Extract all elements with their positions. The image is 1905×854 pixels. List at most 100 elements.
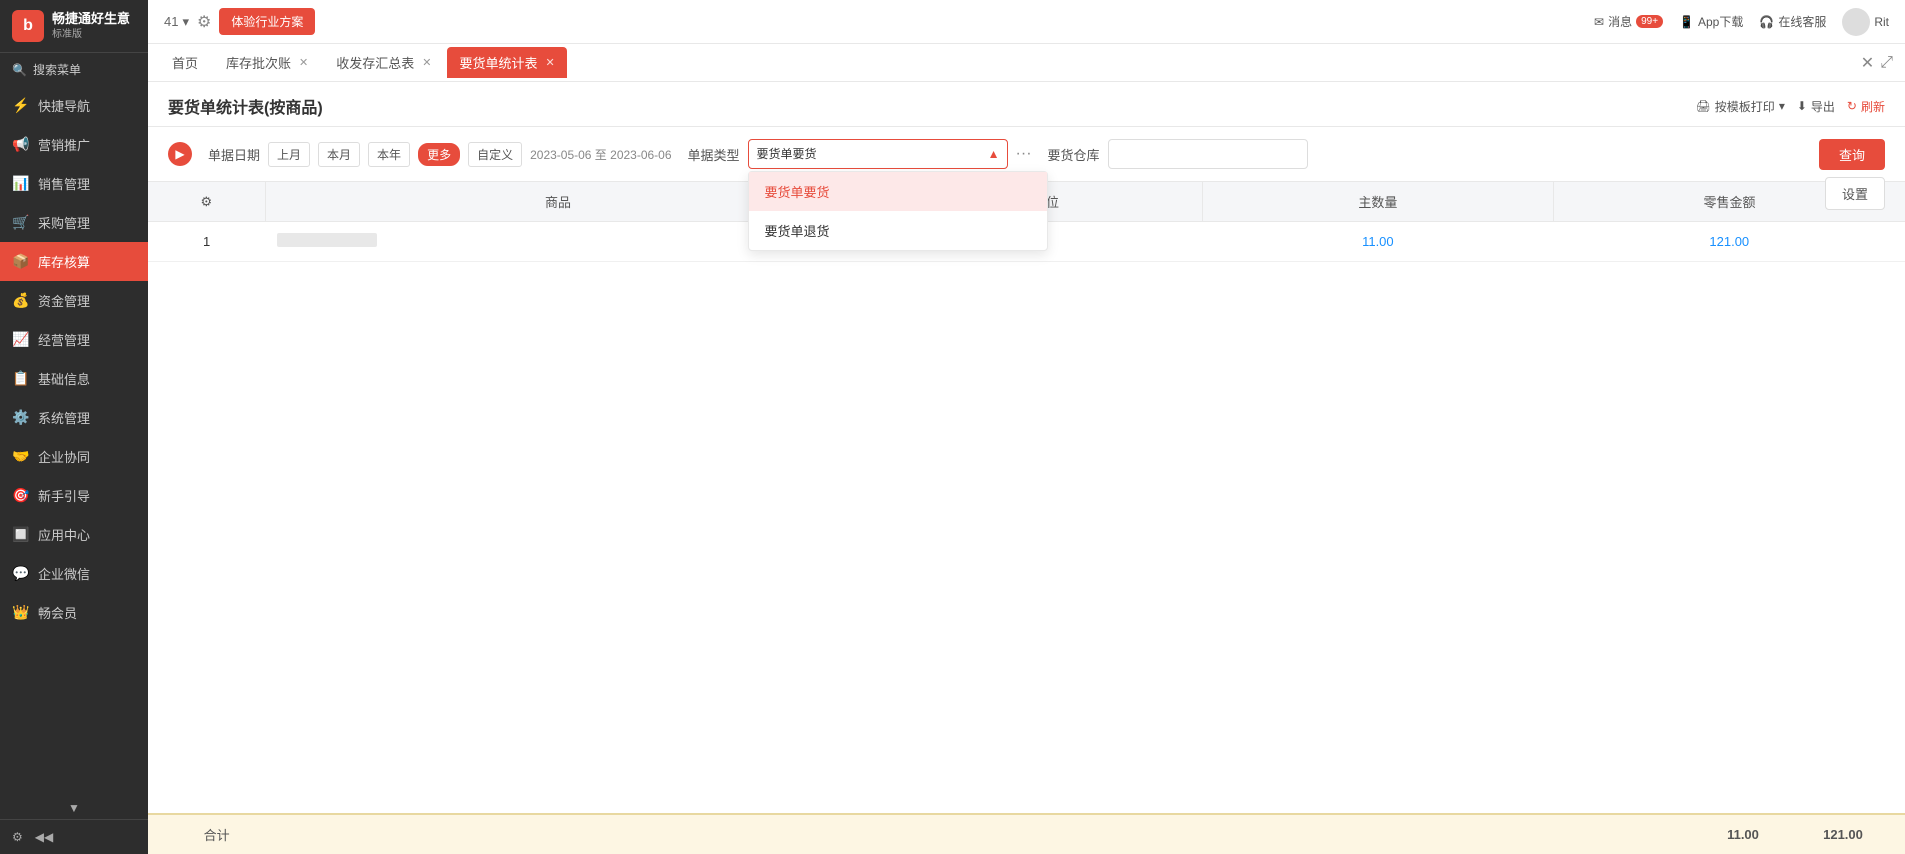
date-btn-current[interactable]: 本月 [318,142,360,167]
sidebar-item-purchase[interactable]: 🛒采购管理 [0,203,148,242]
tab-close-order-summary[interactable]: ✕ [546,56,555,69]
sidebar-item-wechat[interactable]: 💬企业微信 [0,554,148,593]
guide-icon: 🎯 [12,487,30,504]
sales-icon: 📊 [12,175,30,192]
print-btn[interactable]: 🖨 按模板打印 ▾ [1696,98,1785,115]
sidebar-search[interactable]: 🔍 搜索菜单 [0,53,148,86]
print-arrow: ▾ [1779,99,1785,113]
marketing-icon: 📢 [12,136,30,153]
filter-dots[interactable]: ··· [1016,145,1032,163]
sidebar-item-operations[interactable]: 📈 经营管理 [0,320,148,359]
query-btn[interactable]: 查询 [1819,139,1885,170]
logo-icon: b [12,10,44,42]
sidebar-item-system[interactable]: ⚙️系统管理 [0,398,148,437]
store-name: 41 [164,14,178,29]
tab-label-batch-account: 库存批次账 [226,53,291,72]
print-icon: 🖨 [1696,99,1711,113]
sidebar-item-inventory[interactable]: 📦库存核算 [0,242,148,281]
dropdown-item-order[interactable]: 要货单要货 [749,172,1047,211]
sidebar-item-member[interactable]: 👑畅会员 [0,593,148,632]
sidebar-item-guide[interactable]: 🎯 新手引导 [0,476,148,515]
tabs-right: ✕ ⤢ [1861,53,1893,73]
sidebar-item-label-guide: 新手引导 [38,486,90,505]
filter-expand-btn[interactable]: ▶ [168,142,192,166]
system-icon: ⚙️ [12,409,30,426]
date-btn-custom[interactable]: 自定义 [468,142,522,167]
tab-close-receive-summary[interactable]: ✕ [422,56,431,69]
sidebar-scroll-down[interactable]: ▼ [0,797,148,819]
date-filter-group: 单据日期 上月 本月 本年 更多 自定义 2023-05-06 至 2023-0… [208,142,672,167]
col-header-settings[interactable]: ⚙ [148,182,265,222]
row-amount: 121.00 [1554,222,1905,262]
user-avatar-btn[interactable]: Rit [1842,8,1889,36]
top-bar-right: ✉ 消息 99+ 📱 App下载 🎧 在线客服 Rit [1594,8,1889,36]
dropdown-item-return[interactable]: 要货单退货 [749,211,1047,250]
phone-icon: 📱 [1679,15,1694,29]
messages-badge: 99+ [1636,15,1663,28]
type-select-wrap: 要货单要货要货单退货 ▲ 要货单要货要货单退货 [748,139,1008,169]
row-quantity: 11.00 [1202,222,1553,262]
settings-icon[interactable]: ⚙ [12,830,23,844]
app-download-btn[interactable]: 📱 App下载 [1679,13,1743,30]
tab-order-summary[interactable]: 要货单统计表 ✕ [447,47,566,78]
gear-btn[interactable]: ⚙ [197,12,211,32]
sidebar-item-enterprise[interactable]: 🤝企业协同 [0,437,148,476]
sidebar-item-label-operations: 经营管理 [38,330,90,349]
purchase-icon: 🛒 [12,214,30,231]
basic-info-icon: 📋 [12,370,30,387]
tab-batch-account[interactable]: 库存批次账 ✕ [214,47,320,78]
sidebar-item-finance[interactable]: 💰资金管理 [0,281,148,320]
tab-close-batch-account[interactable]: ✕ [299,56,308,69]
sidebar-nav: ⚡快捷导航📢营销推广📊销售管理🛒采购管理📦库存核算💰资金管理 📈 经营管理 📋基础信息… [0,86,148,797]
user-name: Rit [1874,15,1889,29]
warehouse-input[interactable] [1108,139,1308,169]
main-content: 41 ▾ ⚙ 体验行业方案 ✉ 消息 99+ 📱 App下载 🎧 在线客服 R [148,0,1905,854]
footer-total-label: 合计 [160,825,360,844]
operations-icon: 📈 [12,331,30,348]
tabs-bar: 首页库存批次账✕收发存汇总表✕要货单统计表✕ ✕ ⤢ [148,44,1905,82]
sidebar-item-basic-info[interactable]: 📋基础信息 [0,359,148,398]
refresh-label: 刷新 [1861,98,1885,115]
sidebar-item-marketing[interactable]: 📢营销推广 [0,125,148,164]
dropdown-arrow-icon: ▾ [182,14,189,30]
settings-btn[interactable]: 设置 [1825,177,1885,210]
tab-home[interactable]: 首页 [160,47,210,78]
col-header-quantity: 主数量 [1202,182,1553,222]
tabs-expand-icon[interactable]: ⤢ [1880,54,1893,72]
tab-receive-summary[interactable]: 收发存汇总表✕ [324,47,443,78]
date-btn-up[interactable]: 上月 [268,142,310,167]
sidebar-logo: b 畅捷通好生意 标准版 [0,0,148,53]
avatar [1842,8,1870,36]
table-footer: 合计 11.00 121.00 [148,813,1905,854]
sidebar-bottom: ⚙ ◀◀ [0,819,148,854]
inventory-icon: 📦 [12,253,30,270]
type-select[interactable]: 要货单要货要货单退货 [748,139,1008,169]
app-center-icon: 🔲 [12,526,30,543]
export-btn[interactable]: ⬇ 导出 [1797,98,1835,115]
warehouse-filter-group: 要货仓库 [1048,139,1308,169]
tabs-close-all-icon[interactable]: ✕ [1861,53,1874,73]
date-filter-label: 单据日期 [208,145,260,164]
footer-amount: 121.00 [1793,827,1893,842]
sidebar-item-app-center[interactable]: 🔲应用中心 [0,515,148,554]
refresh-btn[interactable]: ↻ 刷新 [1847,98,1885,115]
online-service-btn[interactable]: 🎧 在线客服 [1759,13,1826,30]
tab-label-order-summary: 要货单统计表 [459,53,537,72]
row-num: 1 [148,222,265,262]
page-content: 要货单统计表(按商品) 🖨 按模板打印 ▾ ⬇ 导出 ↻ 刷新 ▶ [148,82,1905,854]
date-btn-more[interactable]: 更多 [418,143,460,166]
footer-label: 合计 [204,828,230,843]
messages-btn[interactable]: ✉ 消息 99+ [1594,13,1663,30]
date-btn-year[interactable]: 本年 [368,142,410,167]
member-icon: 👑 [12,604,30,621]
sidebar-item-sales[interactable]: 📊销售管理 [0,164,148,203]
trial-btn[interactable]: 体验行业方案 [219,8,315,35]
enterprise-icon: 🤝 [12,448,30,465]
export-label: 导出 [1811,98,1835,115]
sidebar-item-quick-nav[interactable]: ⚡快捷导航 [0,86,148,125]
export-icon: ⬇ [1797,99,1807,113]
refresh-icon: ↻ [1847,99,1857,113]
store-selector[interactable]: 41 ▾ [164,14,189,30]
collapse-icon[interactable]: ◀◀ [35,830,53,844]
search-icon: 🔍 [12,63,27,77]
